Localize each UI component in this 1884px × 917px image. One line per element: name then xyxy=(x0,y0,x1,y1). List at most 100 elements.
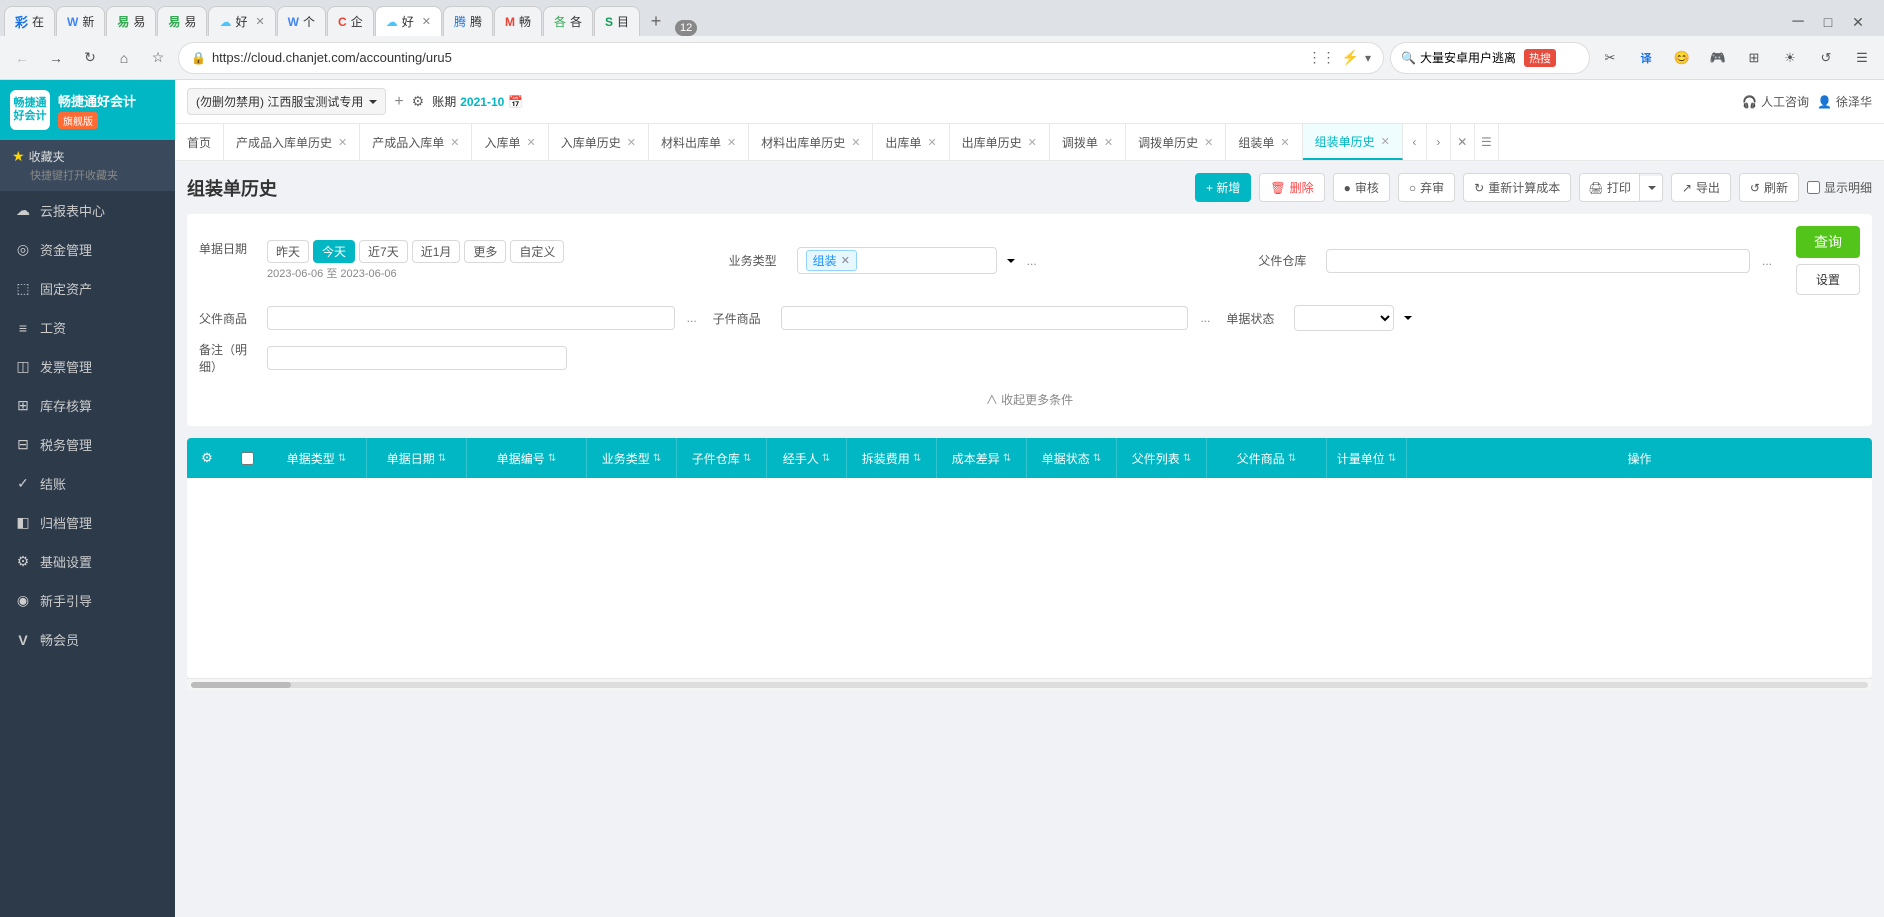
sidebar-item-checkout[interactable]: ✓ 结账 xyxy=(0,464,175,503)
user-profile-button[interactable]: 👤 徐泽华 xyxy=(1817,93,1872,110)
game-icon[interactable]: 🎮 xyxy=(1704,44,1732,72)
order-status-select[interactable]: 草稿 已审核 xyxy=(1294,305,1394,331)
new-button[interactable]: + 新增 xyxy=(1195,173,1251,202)
service-button[interactable]: 🎧 人工咨询 xyxy=(1742,93,1809,110)
tabs-prev-button[interactable]: ‹ xyxy=(1403,124,1427,160)
sidebar-item-invoice[interactable]: ◫ 发票管理 xyxy=(0,347,175,386)
address-bar[interactable]: 🔒 https://cloud.chanjet.com/accounting/u… xyxy=(178,42,1384,74)
tabs-menu-button[interactable]: ☰ xyxy=(1475,124,1499,160)
sidebar-item-inventory[interactable]: ⊞ 库存核算 xyxy=(0,386,175,425)
tab-combine-history[interactable]: 组装单历史✕ xyxy=(1303,124,1403,160)
translate-icon[interactable]: 译 xyxy=(1632,44,1660,72)
tab-close-8[interactable]: ✕ xyxy=(422,15,431,28)
tab-close-in-order[interactable]: ✕ xyxy=(527,136,536,149)
grid-icon[interactable]: ⊞ xyxy=(1740,44,1768,72)
yesterday-button[interactable]: 昨天 xyxy=(267,240,309,263)
biz-type-more-icon[interactable]: ... xyxy=(1023,254,1041,268)
browser-tab-8[interactable]: ☁ 好 ✕ xyxy=(375,6,442,36)
sidebar-item-tax[interactable]: ⊟ 税务管理 xyxy=(0,425,175,464)
custom-date-button[interactable]: 自定义 xyxy=(510,240,564,263)
browser-tab-2[interactable]: W 新 xyxy=(56,6,105,36)
tab-close-prod-in-history[interactable]: ✕ xyxy=(338,136,347,149)
th-handler[interactable]: 经手人 ⇅ xyxy=(767,438,847,478)
tab-out-history[interactable]: 出库单历史✕ xyxy=(950,124,1050,160)
sidebar-item-guide[interactable]: ◉ 新手引导 xyxy=(0,581,175,620)
browser-tab-7[interactable]: C 企 xyxy=(327,6,374,36)
tab-close-prod-in[interactable]: ✕ xyxy=(450,136,459,149)
tab-close-combine[interactable]: ✕ xyxy=(1280,136,1289,149)
th-cost-diff[interactable]: 成本差异 ⇅ xyxy=(937,438,1027,478)
th-order-type[interactable]: 单据类型 ⇅ xyxy=(267,438,367,478)
biz-type-dropdown-icon[interactable] xyxy=(1007,259,1015,263)
browser-tab-9[interactable]: 腾 腾 xyxy=(443,6,493,36)
th-biz-type[interactable]: 业务类型 ⇅ xyxy=(587,438,677,478)
th-order-no[interactable]: 单据编号 ⇅ xyxy=(467,438,587,478)
th-parent-list[interactable]: 父件列表 ⇅ xyxy=(1117,438,1207,478)
collapse-bar[interactable]: ∧ 收起更多条件 xyxy=(199,385,1860,414)
tab-assemble[interactable]: 调拨单✕ xyxy=(1050,124,1126,160)
company-selector[interactable]: (勿删勿禁用) 江西服宝测试专用 xyxy=(187,88,386,115)
sidebar-item-cloud-report[interactable]: ☁ 云报表中心 xyxy=(0,191,175,230)
remove-biz-type-tag[interactable]: ✕ xyxy=(841,254,850,267)
delete-button[interactable]: 🗑 删除 xyxy=(1259,173,1324,202)
browser-tab-12[interactable]: S 目 xyxy=(594,6,640,36)
tab-mat-out-history[interactable]: 材料出库单历史✕ xyxy=(749,124,873,160)
calendar-icon[interactable]: 📅 xyxy=(508,95,523,109)
export-button[interactable]: ↗ 导出 xyxy=(1671,173,1731,202)
maximize-button[interactable]: □ xyxy=(1814,8,1842,36)
sidebar-item-vip[interactable]: V 畅会员 xyxy=(0,620,175,659)
tab-close-in-history[interactable]: ✕ xyxy=(627,136,636,149)
tabs-next-button[interactable]: › xyxy=(1427,124,1451,160)
child-goods-more-icon[interactable]: ... xyxy=(1196,311,1214,325)
refresh-button[interactable]: ↻ xyxy=(76,44,104,72)
th-parent-goods[interactable]: 父件商品 ⇅ xyxy=(1207,438,1327,478)
select-all-checkbox[interactable] xyxy=(241,452,254,465)
period-settings[interactable]: ⚙ xyxy=(412,93,425,110)
tab-close-combine-history[interactable]: ✕ xyxy=(1381,135,1390,148)
th-child-warehouse[interactable]: 子件仓库 ⇅ xyxy=(677,438,767,478)
tab-close-assemble[interactable]: ✕ xyxy=(1104,136,1113,149)
tab-in-order[interactable]: 入库单✕ xyxy=(472,124,548,160)
query-button[interactable]: 查询 xyxy=(1796,226,1860,258)
month-button[interactable]: 近1月 xyxy=(412,240,461,263)
home-button[interactable]: ⌂ xyxy=(110,44,138,72)
audit-button[interactable]: ● 审核 xyxy=(1333,173,1390,202)
notes-input[interactable] xyxy=(267,346,567,370)
recalc-button[interactable]: ↻ 重新计算成本 xyxy=(1463,173,1571,202)
tabs-close-button[interactable]: ✕ xyxy=(1451,124,1475,160)
emoji-icon[interactable]: 😊 xyxy=(1668,44,1696,72)
browser-tab-6[interactable]: W 个 xyxy=(277,6,326,36)
sidebar-item-archive[interactable]: ◧ 归档管理 xyxy=(0,503,175,542)
tab-out-order[interactable]: 出库单✕ xyxy=(873,124,949,160)
tab-close-out-history[interactable]: ✕ xyxy=(1028,136,1037,149)
th-order-date[interactable]: 单据日期 ⇅ xyxy=(367,438,467,478)
minimize-button[interactable]: ─ xyxy=(1784,8,1812,36)
week-button[interactable]: 近7天 xyxy=(359,240,408,263)
sidebar-item-payroll[interactable]: ≡ 工资 xyxy=(0,308,175,347)
sidebar-item-fixed-asset[interactable]: ⬚ 固定资产 xyxy=(0,269,175,308)
parent-goods-input[interactable] xyxy=(267,306,675,330)
close-button[interactable]: ✕ xyxy=(1844,8,1872,36)
new-tab-button[interactable]: + xyxy=(641,6,671,36)
tab-prod-in[interactable]: 产成品入库单✕ xyxy=(360,124,472,160)
scrollbar-thumb[interactable] xyxy=(191,682,291,688)
print-button[interactable]: 🖨 打印 xyxy=(1580,174,1640,201)
parent-warehouse-more-icon[interactable]: ... xyxy=(1758,254,1776,268)
print-dropdown-button[interactable] xyxy=(1640,176,1662,200)
parent-goods-more-icon[interactable]: ... xyxy=(683,311,701,325)
browser-tab-11[interactable]: 各 各 xyxy=(543,6,593,36)
browser-tab-4[interactable]: 易 易 xyxy=(157,6,207,36)
filter-settings-button[interactable]: 设置 xyxy=(1796,264,1860,295)
refresh-page-button[interactable]: ↺ 刷新 xyxy=(1739,173,1799,202)
th-order-status[interactable]: 单据状态 ⇅ xyxy=(1027,438,1117,478)
tab-close-5[interactable]: ✕ xyxy=(255,15,264,28)
tab-in-history[interactable]: 入库单历史✕ xyxy=(549,124,649,160)
tab-close-mat-out-history[interactable]: ✕ xyxy=(851,136,860,149)
browser-tab-5[interactable]: ☁ 好 ✕ xyxy=(208,6,275,36)
tab-home[interactable]: 首页 xyxy=(175,124,224,160)
biz-type-input[interactable]: 组装 ✕ xyxy=(797,247,997,274)
th-unit[interactable]: 计量单位 ⇅ xyxy=(1327,438,1407,478)
child-goods-input[interactable] xyxy=(781,306,1189,330)
tab-assemble-history[interactable]: 调拨单历史✕ xyxy=(1126,124,1226,160)
forward-button[interactable]: → xyxy=(42,44,70,72)
